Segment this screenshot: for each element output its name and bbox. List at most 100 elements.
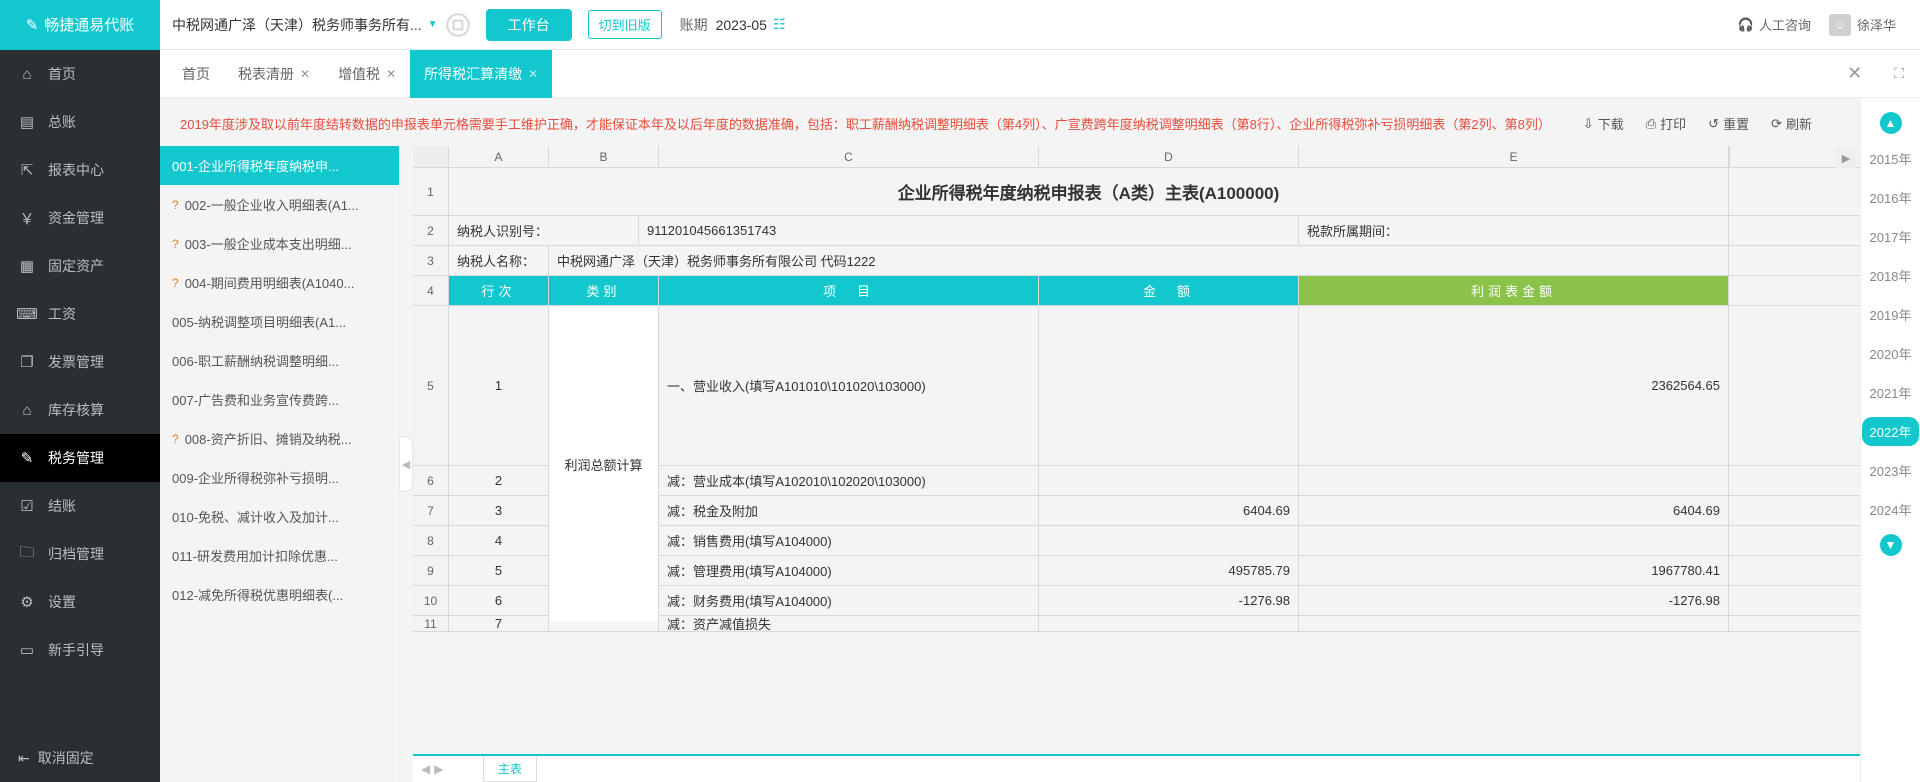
cell[interactable]: 6404.69	[1299, 496, 1729, 525]
year-2016年[interactable]: 2016年	[1862, 183, 1920, 212]
sidebar-item-新手引导[interactable]: ▭新手引导	[0, 626, 160, 674]
row-number[interactable]: 11	[413, 616, 449, 631]
sidebar-item-总账[interactable]: ▤总账	[0, 98, 160, 146]
list-item[interactable]: 012-减免所得税优惠明细表(...	[160, 575, 399, 614]
switch-old-button[interactable]: 切到旧版	[588, 10, 662, 39]
cell[interactable]: -1276.98	[1039, 586, 1299, 615]
list-item[interactable]: ?004-期间费用明细表(A1040...	[160, 263, 399, 302]
row-number[interactable]: 6	[413, 466, 449, 495]
year-2023年[interactable]: 2023年	[1862, 456, 1920, 485]
row-number[interactable]: 9	[413, 556, 449, 585]
sidebar-item-结账[interactable]: ☑结账	[0, 482, 160, 530]
sheet-nav[interactable]: ◀▶	[421, 762, 443, 776]
row-number[interactable]: 7	[413, 496, 449, 525]
row-number[interactable]: 2	[413, 216, 449, 245]
cell[interactable]: 减：资产减值损失	[659, 616, 1039, 631]
row-number[interactable]: 5	[413, 306, 449, 465]
cell[interactable]: 7	[449, 616, 549, 631]
sidebar-item-发票管理[interactable]: ❐发票管理	[0, 338, 160, 386]
col-C[interactable]: C	[659, 146, 1039, 167]
cell[interactable]: -1276.98	[1299, 586, 1729, 615]
sidebar-item-资金管理[interactable]: ￥资金管理	[0, 194, 160, 242]
year-down-icon[interactable]: ▼	[1880, 534, 1902, 556]
list-item[interactable]: 006-职工薪酬纳税调整明细...	[160, 341, 399, 380]
sidebar-item-工资[interactable]: ⌨工资	[0, 290, 160, 338]
close-icon[interactable]: ✕	[528, 67, 538, 81]
close-icon[interactable]: ✕	[300, 67, 310, 81]
cell[interactable]	[1299, 466, 1729, 495]
year-2018年[interactable]: 2018年	[1862, 261, 1920, 290]
cell[interactable]: 减：财务费用(填写A104000)	[659, 586, 1039, 615]
year-2019年[interactable]: 2019年	[1862, 300, 1920, 329]
year-2015年[interactable]: 2015年	[1862, 144, 1920, 173]
cell[interactable]: 5	[449, 556, 549, 585]
cell[interactable]: 减：税金及附加	[659, 496, 1039, 525]
row-number[interactable]: 4	[413, 276, 449, 305]
year-2021年[interactable]: 2021年	[1862, 378, 1920, 407]
brand-logo[interactable]: ✎ 畅捷通易代账	[0, 0, 160, 50]
col-E[interactable]: E	[1299, 146, 1729, 167]
list-item[interactable]: ?003-一般企业成本支出明细...	[160, 224, 399, 263]
list-item[interactable]: 011-研发费用加计扣除优惠...	[160, 536, 399, 575]
row-number[interactable]: 10	[413, 586, 449, 615]
close-tab-icon[interactable]: ✕	[1831, 63, 1878, 84]
collapse-left-icon[interactable]: ◀	[399, 436, 413, 492]
tab-增值税[interactable]: 增值税✕	[324, 50, 410, 98]
tab-首页[interactable]: 首页	[168, 50, 224, 98]
cell[interactable]: 减：销售费用(填写A104000)	[659, 526, 1039, 555]
company-selector[interactable]: 中税网通广泽（天津）税务师事务所有... ▼	[172, 15, 438, 35]
sidebar-item-首页[interactable]: ⌂首页	[0, 50, 160, 98]
row-number[interactable]: 8	[413, 526, 449, 555]
sidebar-item-设置[interactable]: ⚙设置	[0, 578, 160, 626]
sheet-scroll-right-icon[interactable]: ▶	[1836, 148, 1856, 168]
support-link[interactable]: 🎧人工咨询	[1738, 15, 1811, 34]
user-menu[interactable]: ☺ 徐泽华	[1829, 14, 1896, 36]
print-button[interactable]: ⎙ 打印	[1646, 114, 1686, 133]
list-item[interactable]: 007-广告费和业务宣传费跨...	[160, 380, 399, 419]
cell[interactable]: 3	[449, 496, 549, 525]
year-2020年[interactable]: 2020年	[1862, 339, 1920, 368]
cell[interactable]	[1039, 616, 1299, 631]
close-icon[interactable]: ✕	[386, 67, 396, 81]
list-item[interactable]: 010-免税、减计收入及加计...	[160, 497, 399, 536]
unpin-button[interactable]: ⇤取消固定	[0, 734, 160, 782]
download-button[interactable]: ⇩ 下载	[1583, 114, 1624, 133]
sidebar-item-税务管理[interactable]: ✎税务管理	[0, 434, 160, 482]
cell[interactable]	[1299, 526, 1729, 555]
cell[interactable]: 6404.69	[1039, 496, 1299, 525]
cell[interactable]: 6	[449, 586, 549, 615]
fullscreen-icon[interactable]: ⛶	[1878, 65, 1920, 82]
tab-税表清册[interactable]: 税表清册✕	[224, 50, 324, 98]
list-item[interactable]: 009-企业所得税弥补亏损明...	[160, 458, 399, 497]
sheet-tab-main[interactable]: 主表	[483, 756, 537, 782]
col-B[interactable]: B	[549, 146, 659, 167]
year-2024年[interactable]: 2024年	[1862, 495, 1920, 524]
year-2022年[interactable]: 2022年	[1862, 417, 1920, 446]
calendar-icon[interactable]: ☷	[773, 16, 786, 33]
year-up-icon[interactable]: ▲	[1880, 112, 1902, 134]
tab-所得税汇算清缴[interactable]: 所得税汇算清缴✕	[410, 50, 552, 98]
cell[interactable]: 减：营业成本(填写A102010\102020\103000)	[659, 466, 1039, 495]
cell[interactable]: 1967780.41	[1299, 556, 1729, 585]
cell[interactable]	[1039, 466, 1299, 495]
period-value[interactable]: 2023-05	[716, 17, 767, 33]
cell[interactable]: 1	[449, 306, 549, 465]
list-item[interactable]: 001-企业所得税年度纳税申...	[160, 146, 399, 185]
workbench-button[interactable]: 工作台	[486, 9, 572, 41]
list-item[interactable]: ?008-资产折旧、摊销及纳税...	[160, 419, 399, 458]
col-A[interactable]: A	[449, 146, 549, 167]
list-item[interactable]: ?002-一般企业收入明细表(A1...	[160, 185, 399, 224]
cell[interactable]: 2362564.65	[1299, 306, 1729, 465]
cell[interactable]	[1039, 526, 1299, 555]
corner-cell[interactable]	[413, 146, 449, 167]
col-D[interactable]: D	[1039, 146, 1299, 167]
list-item[interactable]: 005-纳税调整项目明细表(A1...	[160, 302, 399, 341]
cell[interactable]: 一、营业收入(填写A101010\101020\103000)	[659, 306, 1039, 465]
cell[interactable]: 495785.79	[1039, 556, 1299, 585]
row-number[interactable]: 3	[413, 246, 449, 275]
row-number[interactable]: 1	[413, 168, 449, 215]
history-icon[interactable]	[438, 5, 478, 45]
sidebar-item-归档管理[interactable]: 🗀归档管理	[0, 530, 160, 578]
sidebar-item-库存核算[interactable]: ⌂库存核算	[0, 386, 160, 434]
cell[interactable]	[1299, 616, 1729, 631]
